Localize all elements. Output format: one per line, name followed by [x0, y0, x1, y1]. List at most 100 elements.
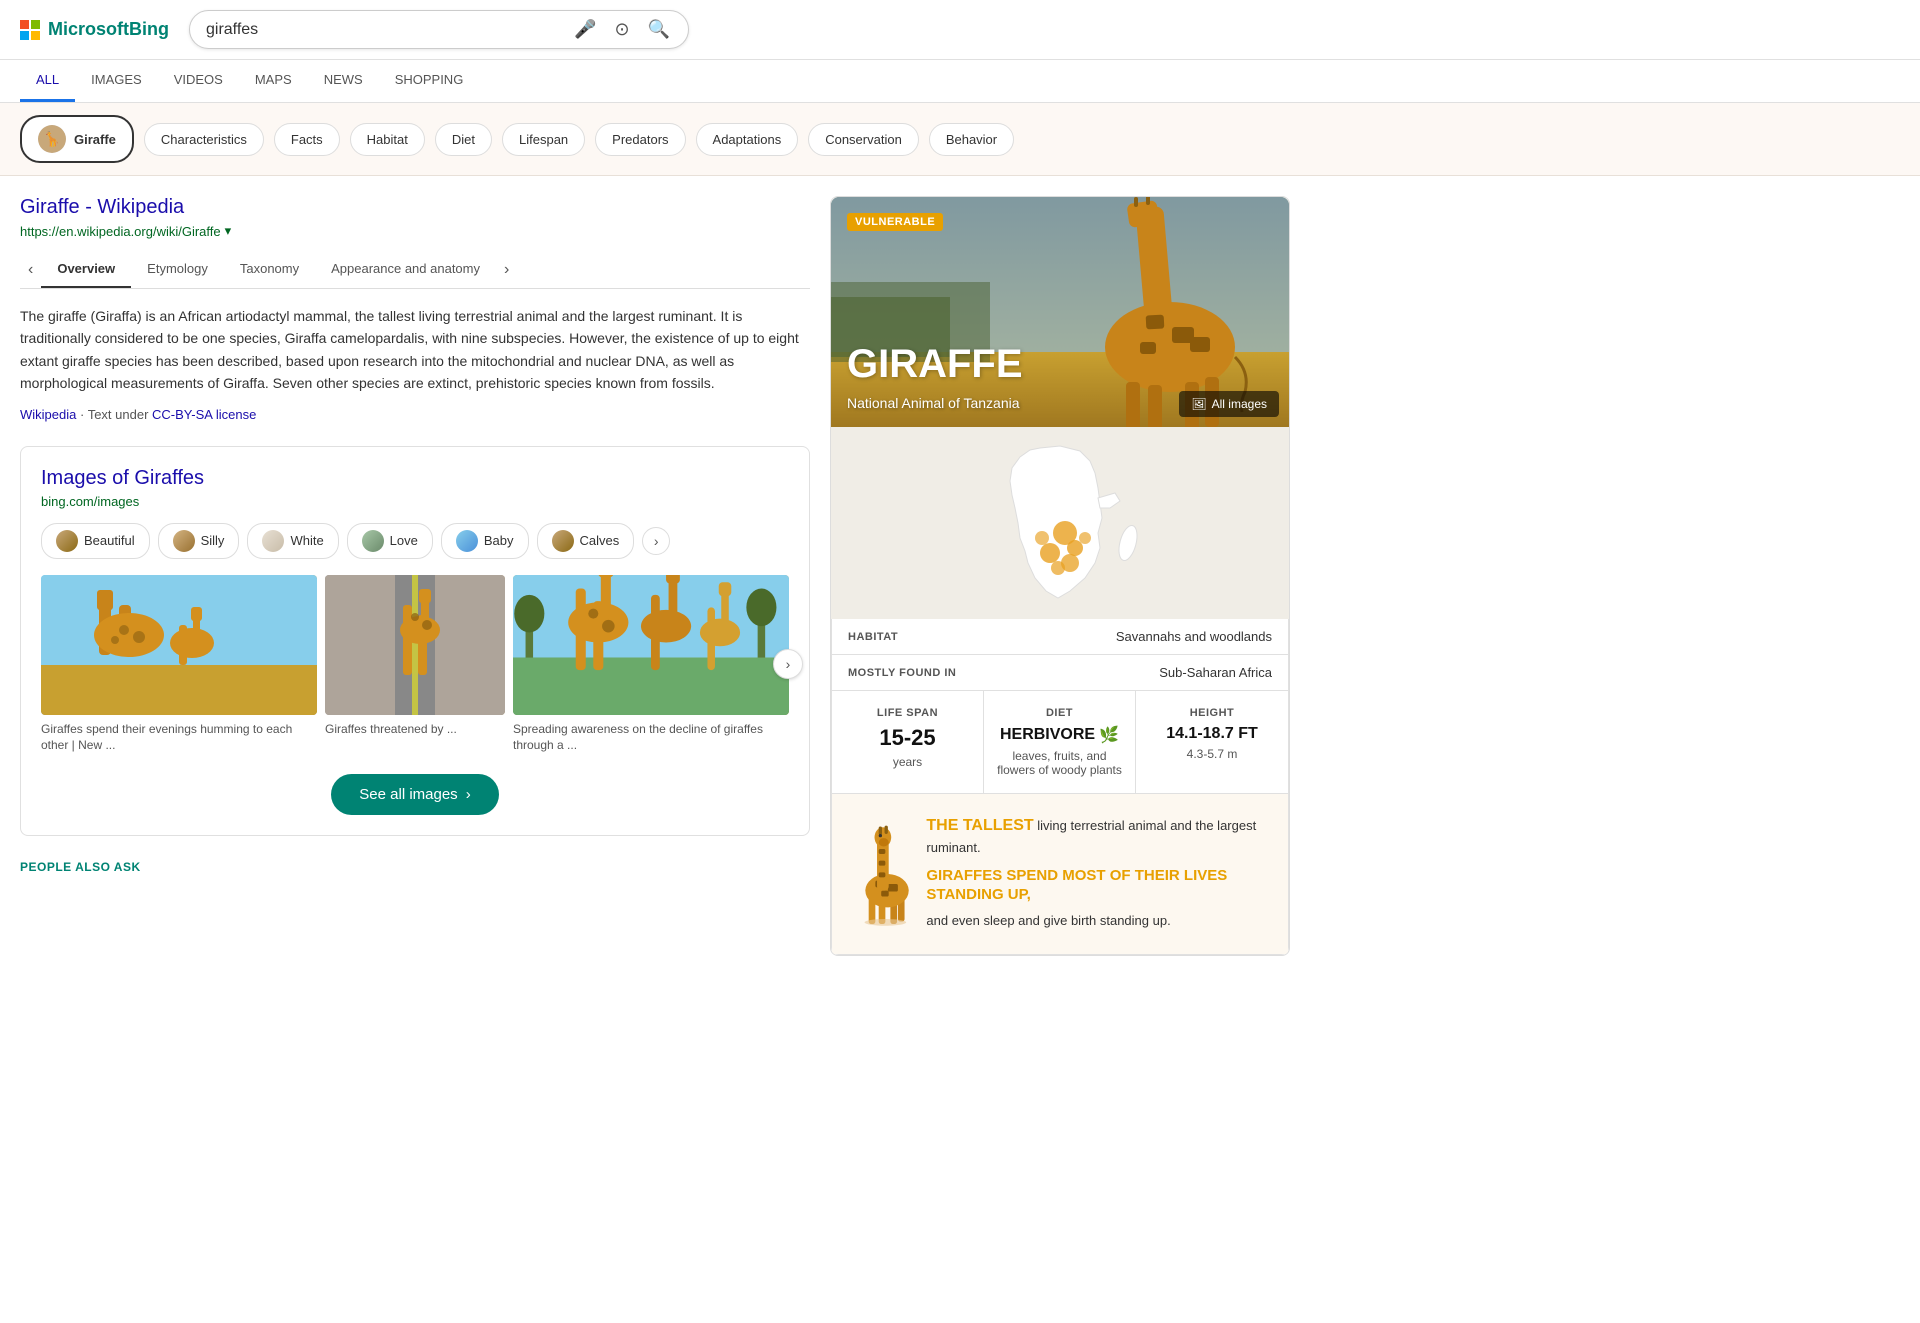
images-url[interactable]: bing.com/images	[41, 494, 789, 509]
tab-news[interactable]: NEWS	[308, 60, 379, 102]
wiki-subtab-next[interactable]: ›	[496, 253, 517, 287]
wiki-attribution: Wikipedia · Text under CC-BY-SA license	[20, 407, 810, 422]
height-value: 14.1-18.7 FT	[1148, 725, 1276, 743]
filter-thumb-calves	[552, 530, 574, 552]
hero-title: GIRAFFE	[847, 342, 1023, 387]
suggestion-adaptations-label: Adaptations	[713, 132, 782, 147]
diet-label: DIET	[996, 707, 1123, 719]
fun-fact-section: THE TALLEST living terrestrial animal an…	[832, 794, 1288, 954]
wiki-subtab-prev[interactable]: ‹	[20, 253, 41, 287]
image-card-2[interactable]: Giraffes threatened by ...	[325, 575, 505, 755]
search-bar: 🎤 ⊙ 🔍	[189, 10, 689, 49]
all-images-button[interactable]: 🖼 All images	[1179, 391, 1279, 417]
suggestion-giraffe-label: Giraffe	[74, 132, 116, 147]
wiki-subtab-taxonomy[interactable]: Taxonomy	[224, 251, 315, 288]
found-label: MOSTLY FOUND IN	[848, 667, 956, 679]
hero-badge: VULNERABLE	[847, 213, 943, 231]
tab-videos[interactable]: VIDEOS	[158, 60, 239, 102]
suggestion-behavior[interactable]: Behavior	[929, 123, 1014, 156]
bing-logo[interactable]: MicrosoftBing	[20, 19, 169, 40]
fun-fact-text: THE TALLEST living terrestrial animal an…	[926, 814, 1268, 930]
filter-thumb-love	[362, 530, 384, 552]
suggestion-facts[interactable]: Facts	[274, 123, 340, 156]
tab-maps[interactable]: MAPS	[239, 60, 308, 102]
left-column: Giraffe - Wikipedia https://en.wikipedia…	[20, 196, 810, 956]
image-grid-next[interactable]: ›	[773, 649, 803, 679]
images-section: Images of Giraffes bing.com/images Beaut…	[20, 446, 810, 837]
suggestion-habitat-label: Habitat	[367, 132, 408, 147]
tab-shopping[interactable]: SHOPPING	[379, 60, 480, 102]
suggestion-diet-label: Diet	[452, 132, 475, 147]
image-3-caption: Spreading awareness on the decline of gi…	[513, 721, 789, 755]
suggestion-lifespan-label: Lifespan	[519, 132, 568, 147]
map-area	[831, 427, 1289, 619]
image-card-3[interactable]: Spreading awareness on the decline of gi…	[513, 575, 789, 755]
suggestion-diet[interactable]: Diet	[435, 123, 492, 156]
filter-thumb-silly	[173, 530, 195, 552]
main-layout: Giraffe - Wikipedia https://en.wikipedia…	[0, 176, 1320, 976]
suggestion-adaptations[interactable]: Adaptations	[696, 123, 799, 156]
wiki-license-link[interactable]: CC-BY-SA license	[152, 407, 256, 422]
fun-fact-body: and even sleep and give birth standing u…	[926, 911, 1268, 931]
search-button[interactable]: 🔍	[646, 17, 672, 42]
image-1[interactable]	[41, 575, 317, 715]
wiki-subtabs: ‹ Overview Etymology Taxonomy Appearance…	[20, 251, 810, 289]
wiki-subtab-etymology[interactable]: Etymology	[131, 251, 224, 288]
suggestion-lifespan[interactable]: Lifespan	[502, 123, 585, 156]
giraffe-avatar: 🦒	[38, 125, 66, 153]
wiki-body: The giraffe (Giraffa) is an African arti…	[20, 305, 810, 395]
lifespan-label: LIFE SPAN	[844, 707, 971, 719]
hero-subtitle: National Animal of Tanzania	[847, 395, 1020, 411]
suggestion-giraffe[interactable]: 🦒 Giraffe	[20, 115, 134, 163]
image-card-1[interactable]: Giraffes spend their evenings humming to…	[41, 575, 317, 755]
wiki-title[interactable]: Giraffe - Wikipedia	[20, 196, 810, 219]
fun-fact-tallest: THE TALLEST	[926, 817, 1033, 834]
wiki-subtab-appearance[interactable]: Appearance and anatomy	[315, 251, 496, 288]
header: MicrosoftBing 🎤 ⊙ 🔍	[0, 0, 1920, 60]
filter-thumb-white	[262, 530, 284, 552]
filters-next-arrow[interactable]: ›	[642, 527, 670, 555]
wiki-attribution-link[interactable]: Wikipedia	[20, 407, 76, 422]
right-column: VULNERABLE GIRAFFE National Animal of Ta…	[830, 196, 1290, 956]
suggestion-characteristics[interactable]: Characteristics	[144, 123, 264, 156]
filter-calves[interactable]: Calves	[537, 523, 635, 559]
suggestion-habitat[interactable]: Habitat	[350, 123, 425, 156]
mic-icon[interactable]: 🎤	[572, 17, 598, 42]
filter-baby[interactable]: Baby	[441, 523, 529, 559]
logo-text: MicrosoftBing	[48, 19, 169, 40]
suggestion-predators[interactable]: Predators	[595, 123, 685, 156]
africa-map	[970, 443, 1150, 603]
wiki-url[interactable]: https://en.wikipedia.org/wiki/Giraffe ▾	[20, 223, 810, 239]
images-title[interactable]: Images of Giraffes	[41, 467, 789, 490]
suggestions-bar: 🦒 Giraffe Characteristics Facts Habitat …	[0, 103, 1920, 176]
suggestion-facts-label: Facts	[291, 132, 323, 147]
found-row: MOSTLY FOUND IN Sub-Saharan Africa	[832, 655, 1288, 691]
logo-sq-blue	[20, 31, 29, 40]
filter-thumb-beautiful	[56, 530, 78, 552]
people-also-ask: PEOPLE ALSO ASK	[20, 860, 810, 874]
see-all-images-button[interactable]: See all images ›	[331, 774, 498, 815]
tab-all[interactable]: ALL	[20, 60, 75, 102]
image-2[interactable]	[325, 575, 505, 715]
leaf-icon: 🌿	[1099, 725, 1119, 745]
habitat-value: Savannahs and woodlands	[1116, 629, 1272, 644]
suggestion-predators-label: Predators	[612, 132, 668, 147]
suggestion-conservation[interactable]: Conservation	[808, 123, 919, 156]
filter-thumb-baby	[456, 530, 478, 552]
filter-white[interactable]: White	[247, 523, 338, 559]
stats-section: HABITAT Savannahs and woodlands MOSTLY F…	[831, 619, 1289, 955]
stats-grid: LIFE SPAN 15-25 years DIET HERBIVORE 🌿 l…	[832, 691, 1288, 794]
filter-beautiful[interactable]: Beautiful	[41, 523, 150, 559]
suggestion-conservation-label: Conservation	[825, 132, 902, 147]
search-input[interactable]	[206, 21, 572, 39]
filter-love[interactable]: Love	[347, 523, 433, 559]
filter-silly[interactable]: Silly	[158, 523, 240, 559]
tab-images[interactable]: IMAGES	[75, 60, 158, 102]
wiki-subtab-overview[interactable]: Overview	[41, 251, 131, 288]
diet-detail: leaves, fruits, and flowers of woody pla…	[996, 749, 1123, 777]
height-label: HEIGHT	[1148, 707, 1276, 719]
visual-search-icon[interactable]: ⊙	[612, 17, 631, 42]
image-3[interactable]	[513, 575, 789, 715]
diet-stat: DIET HERBIVORE 🌿 leaves, fruits, and flo…	[984, 691, 1136, 793]
height-unit: 4.3-5.7 m	[1148, 747, 1276, 761]
